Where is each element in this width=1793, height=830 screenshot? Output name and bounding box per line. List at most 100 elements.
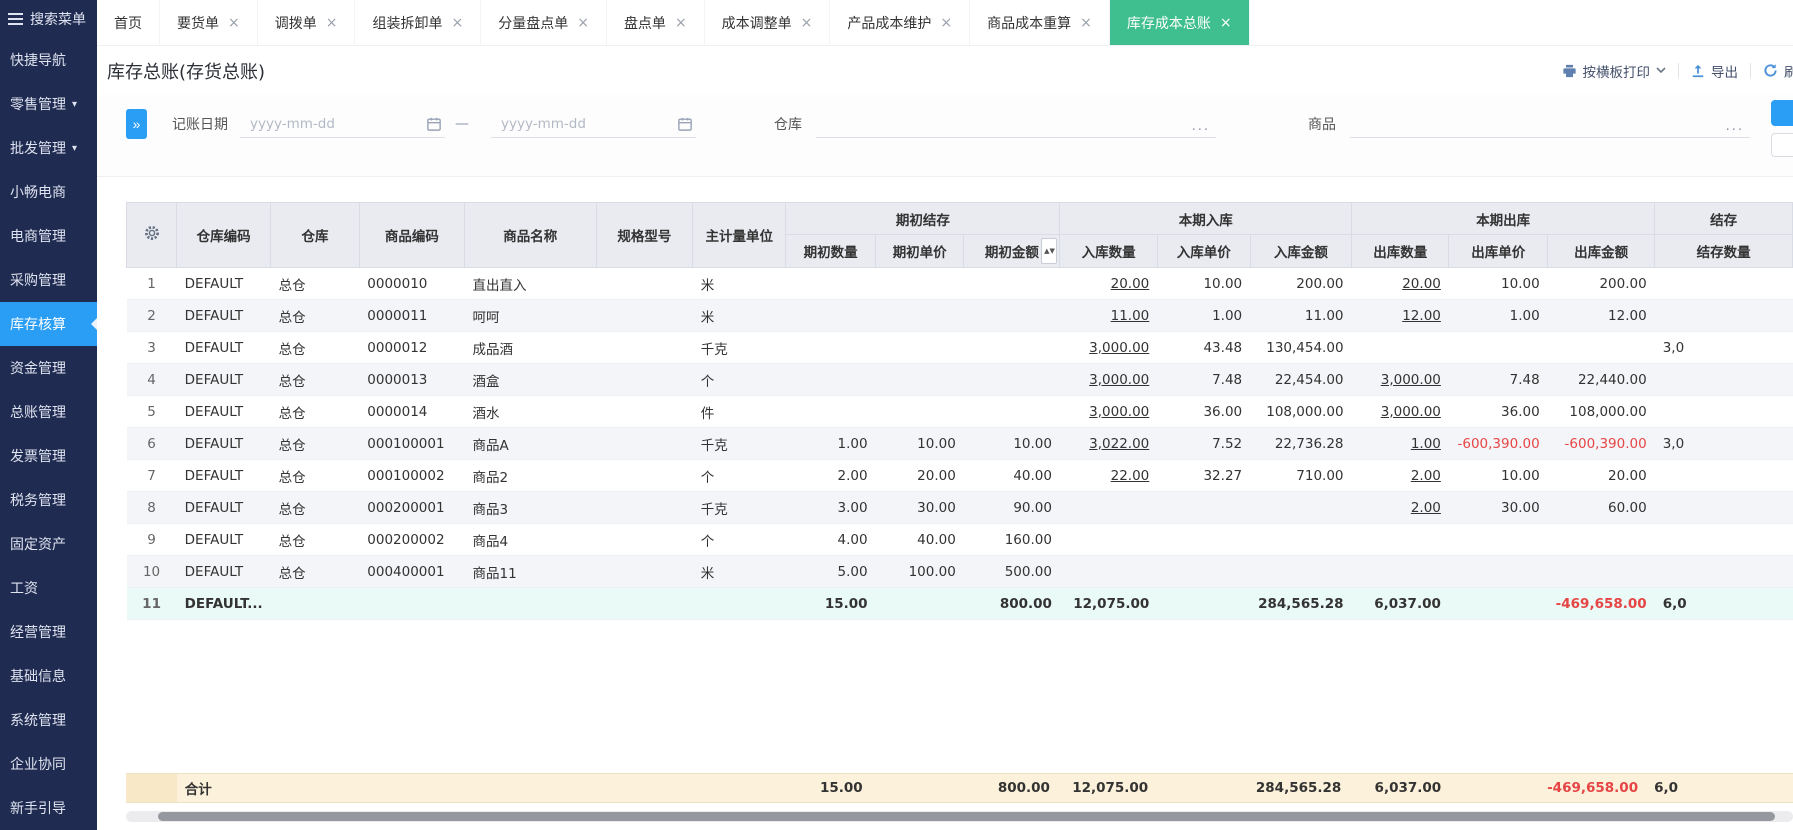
drill-down-link[interactable]: 20.00	[1111, 276, 1150, 292]
table-row[interactable]: 10 DEFAULT 总仓 000400001 商品11 米 5.00 100.00 500.0…	[126, 555, 1793, 588]
close-tab-icon[interactable]: ×	[801, 16, 813, 30]
drill-down-link[interactable]: 3,000.00	[1089, 340, 1149, 356]
sidebar-item[interactable]: 快捷导航	[0, 38, 97, 82]
drill-down-link[interactable]: 11.00	[1111, 308, 1150, 324]
col-header-out-amount[interactable]: 出库金额	[1547, 234, 1656, 268]
cell-num: 11	[126, 587, 177, 620]
table-row[interactable]: 6 DEFAULT 总仓 000100001 商品A 千克 1.00 10.00 10.00 3,…	[126, 427, 1793, 460]
product-input[interactable]: ...	[1350, 110, 1750, 138]
drill-down-link[interactable]: 3,022.00	[1089, 436, 1149, 452]
drill-down-link[interactable]: 22.00	[1111, 468, 1150, 484]
tab[interactable]: 产品成本维护 ×	[830, 0, 971, 45]
tab[interactable]: 要货单 ×	[160, 0, 258, 45]
table-row[interactable]: 7 DEFAULT 总仓 000100002 商品2 个 2.00 20.00 40.00 22.…	[126, 459, 1793, 492]
column-sort-spinner[interactable]: ▲▼	[1041, 238, 1058, 264]
sidebar-item[interactable]: 库存核算	[0, 302, 97, 346]
sidebar-item[interactable]: 零售管理 ▾	[0, 82, 97, 126]
drill-down-link[interactable]: 3,000.00	[1381, 404, 1441, 420]
total-row[interactable]: 合计 15.00 800.00 12,075.00 284,565.28 6,037.00…	[126, 773, 1793, 803]
sidebar-item[interactable]: 小畅电商	[0, 170, 97, 214]
warehouse-picker-button[interactable]: ...	[1192, 119, 1210, 134]
collapse-filter-button[interactable]: »	[126, 109, 147, 139]
table-row[interactable]: 1 DEFAULT 总仓 0000010 直出直入米 20.00 10.00 200.00 20…	[126, 267, 1793, 300]
sidebar-item[interactable]: 系统管理	[0, 698, 97, 742]
col-header-out-qty[interactable]: 出库数量	[1351, 234, 1450, 268]
sidebar-item[interactable]: 企业协同	[0, 742, 97, 786]
query-button-cutoff[interactable]	[1771, 100, 1793, 126]
tab[interactable]: 成本调整单 ×	[705, 0, 831, 45]
drill-down-link[interactable]: 3,000.00	[1381, 372, 1441, 388]
col-header-spec[interactable]: 规格型号	[595, 202, 694, 268]
sidebar-item[interactable]: 经营管理	[0, 610, 97, 654]
col-header-warehouse[interactable]: 仓库	[270, 202, 360, 268]
sidebar-item[interactable]: 电商管理	[0, 214, 97, 258]
table-row[interactable]: 3 DEFAULT 总仓 0000012 成品酒 千克 3,000.00 43.48 130,4…	[126, 331, 1793, 364]
sidebar-item[interactable]: 基础信息	[0, 654, 97, 698]
close-tab-icon[interactable]: ×	[451, 16, 463, 30]
col-header-out-price[interactable]: 出库单价	[1448, 234, 1549, 268]
col-header-balance-qty[interactable]: 结存数量	[1654, 234, 1793, 268]
col-header-product-name[interactable]: 商品名称	[464, 202, 597, 268]
col-header-opening-price[interactable]: 期初单价	[875, 234, 965, 268]
drill-down-link[interactable]: 1.00	[1411, 436, 1441, 452]
drill-down-link[interactable]: 3,000.00	[1089, 404, 1149, 420]
tab[interactable]: 商品成本重算 ×	[970, 0, 1110, 45]
drill-down-link[interactable]: 2.00	[1411, 500, 1441, 516]
scrollbar-thumb[interactable]	[158, 812, 1775, 821]
refresh-button[interactable]: 刷新	[1763, 61, 1793, 81]
table-row[interactable]: 5 DEFAULT 总仓 0000014 酒水件 3,000.00 36.00 108,000…	[126, 395, 1793, 428]
tab[interactable]: 组装拆卸单 ×	[355, 0, 482, 45]
column-settings-button[interactable]	[125, 202, 178, 268]
sidebar-item-label: 经营管理	[10, 625, 66, 641]
table-row[interactable]: 2 DEFAULT 总仓 0000011 呵呵米 11.00 1.00 11.00 12.00 1…	[126, 299, 1793, 332]
col-header-opening-amount[interactable]: 期初金额 ▲▼	[963, 234, 1061, 268]
drill-down-link[interactable]: 3,000.00	[1089, 372, 1149, 388]
col-header-in-qty[interactable]: 入库数量	[1059, 234, 1158, 268]
tab[interactable]: 库存成本总账 ×	[1109, 0, 1250, 45]
sidebar-search-menu[interactable]: 搜索菜单	[0, 0, 97, 38]
drill-down-link[interactable]: 20.00	[1402, 276, 1441, 292]
warehouse-input[interactable]: ...	[816, 110, 1216, 138]
table-row[interactable]: 9 DEFAULT 总仓 000200002 商品4 个 4.00 40.00 160.00	[126, 523, 1793, 556]
export-button[interactable]: 导出	[1691, 61, 1738, 81]
subtotal-row[interactable]: 11 DEFAULT... 15.00 800.00 12,075.00 284,565.…	[126, 587, 1793, 620]
sidebar-item[interactable]: 固定资产	[0, 522, 97, 566]
reset-button-cutoff[interactable]	[1771, 133, 1793, 157]
close-tab-icon[interactable]: ×	[577, 16, 589, 30]
date-from-input[interactable]: yyyy-mm-dd	[240, 110, 445, 138]
sidebar-item[interactable]: 工资	[0, 566, 97, 610]
col-header-in-price[interactable]: 入库单价	[1156, 234, 1251, 268]
sidebar-item[interactable]: 采购管理	[0, 258, 97, 302]
cell-out_price	[1448, 523, 1548, 556]
drill-down-link[interactable]: 12.00	[1402, 308, 1441, 324]
col-header-unit[interactable]: 主计量单位	[692, 202, 787, 268]
horizontal-scrollbar[interactable]	[126, 811, 1793, 822]
col-header-in-amount[interactable]: 入库金额	[1249, 234, 1353, 268]
col-header-product-code[interactable]: 商品编码	[358, 202, 466, 268]
close-tab-icon[interactable]: ×	[1080, 16, 1092, 30]
close-tab-icon[interactable]: ×	[940, 16, 952, 30]
sidebar-item[interactable]: 资金管理	[0, 346, 97, 390]
close-tab-icon[interactable]: ×	[1220, 16, 1232, 30]
print-button[interactable]: 按横板打印	[1562, 61, 1667, 81]
sidebar-item[interactable]: 发票管理	[0, 434, 97, 478]
col-header-opening-qty[interactable]: 期初数量	[785, 234, 877, 268]
sidebar-item[interactable]: 税务管理	[0, 478, 97, 522]
col-header-warehouse-code[interactable]: 仓库编码	[176, 202, 272, 268]
table-row[interactable]: 4 DEFAULT 总仓 0000013 酒盒个 3,000.00 7.48 22,454.0…	[126, 363, 1793, 396]
close-tab-icon[interactable]: ×	[228, 16, 240, 30]
close-tab-icon[interactable]: ×	[326, 16, 338, 30]
drill-down-link[interactable]: 2.00	[1411, 468, 1441, 484]
tab[interactable]: 首页	[97, 0, 160, 45]
tab[interactable]: 分量盘点单 ×	[481, 0, 607, 45]
table-row[interactable]: 8 DEFAULT 总仓 000200001 商品3 千克 3.00 30.00 90.00 2.…	[126, 491, 1793, 524]
tab[interactable]: 调拨单 ×	[258, 0, 356, 45]
close-tab-icon[interactable]: ×	[675, 16, 687, 30]
tab[interactable]: 盘点单 ×	[607, 0, 705, 45]
product-picker-button[interactable]: ...	[1726, 119, 1744, 134]
sidebar-item[interactable]: 新手引导	[0, 786, 97, 830]
cell-in_amount: 284,565.28	[1247, 773, 1350, 803]
date-to-input[interactable]: yyyy-mm-dd	[491, 110, 696, 138]
sidebar-item[interactable]: 批发管理 ▾	[0, 126, 97, 170]
sidebar-item[interactable]: 总账管理	[0, 390, 97, 434]
